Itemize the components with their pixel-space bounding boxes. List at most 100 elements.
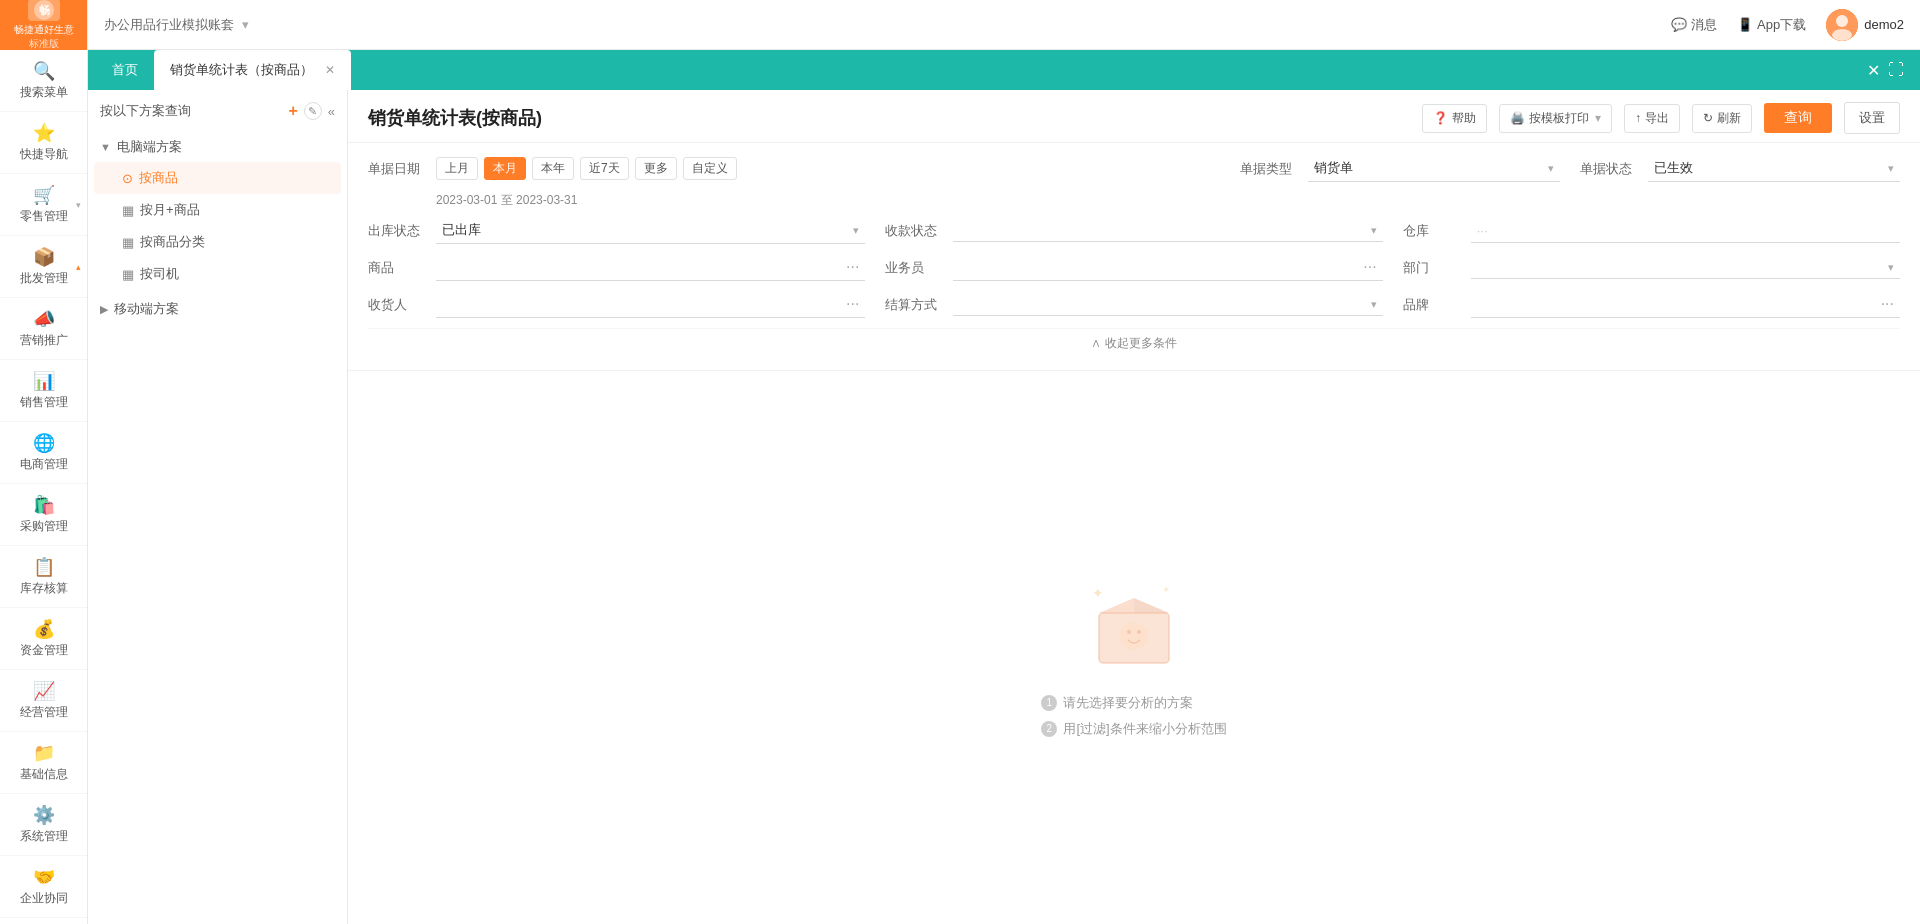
- sidebar-item-inventory[interactable]: 📋 库存核算: [0, 546, 87, 608]
- receiver-dots-btn[interactable]: ···: [846, 295, 859, 313]
- sidebar-item-operations[interactable]: 📈 经营管理: [0, 670, 87, 732]
- purchase-icon: 🛍️: [33, 494, 55, 516]
- scheme-item-by-goods-category[interactable]: ▦ 按商品分类: [94, 226, 341, 258]
- sidebar-item-quick-nav[interactable]: ⭐ 快捷导航: [0, 112, 87, 174]
- help-label: 帮助: [1452, 110, 1476, 127]
- warehouse-select[interactable]: 已出库 ▾: [436, 217, 865, 244]
- help-icon: ❓: [1433, 111, 1448, 125]
- date-btn-7days[interactable]: 近7天: [580, 157, 629, 180]
- salesman-dots-btn[interactable]: ···: [1363, 258, 1376, 276]
- tab-expand-icon[interactable]: ⛶: [1888, 61, 1904, 79]
- warehouse-label: 出库状态: [368, 222, 428, 240]
- scheme-item-by-month-goods[interactable]: ▦ 按月+商品: [94, 194, 341, 226]
- sidebar-item-newbie[interactable]: 🎯 新手引导: [0, 918, 87, 924]
- add-scheme-btn[interactable]: +: [288, 102, 297, 120]
- filter-item-settle: 结算方式 ▾: [885, 294, 1382, 316]
- tip-num-1: 1: [1041, 695, 1057, 711]
- export-icon: ↑: [1635, 111, 1641, 125]
- tab-close-icon[interactable]: ✕: [325, 63, 335, 77]
- filter-panel-actions: + ✎ «: [288, 102, 335, 120]
- export-btn[interactable]: ↑ 导出: [1624, 104, 1680, 133]
- svg-point-11: [1137, 630, 1141, 634]
- sidebar-item-ecommerce[interactable]: 🌐 电商管理: [0, 422, 87, 484]
- message-btn[interactable]: 💬 消息: [1671, 16, 1717, 34]
- logo-label: 畅捷通好生意: [14, 23, 74, 37]
- settle-select[interactable]: ▾: [953, 294, 1382, 316]
- filter-item-salesman: 业务员 ···: [885, 254, 1382, 281]
- empty-tips: 1 请先选择要分析的方案 2 用[过滤]条件来缩小分析范围: [1041, 694, 1226, 738]
- sidebar-item-label-finance: 资金管理: [20, 642, 68, 659]
- query-btn[interactable]: 查询: [1764, 103, 1832, 133]
- tab-sales-stats[interactable]: 销货单统计表（按商品） ✕: [154, 50, 351, 90]
- quick-nav-icon: ⭐: [33, 122, 55, 144]
- svg-point-4: [1832, 29, 1852, 41]
- status-select[interactable]: 已生效 ▾: [1648, 155, 1900, 182]
- sidebar-item-label-marketing: 营销推广: [20, 332, 68, 349]
- sidebar-item-search[interactable]: 🔍 搜索菜单: [0, 50, 87, 112]
- sidebar-item-finance[interactable]: 💰 资金管理: [0, 608, 87, 670]
- brand-dots-btn[interactable]: ···: [1881, 295, 1894, 313]
- sidebar-item-enterprise[interactable]: 🤝 企业协同: [0, 856, 87, 918]
- sidebar-item-system[interactable]: ⚙️ 系统管理: [0, 794, 87, 856]
- sidebar-item-wholesale[interactable]: 📦 批发管理 ▴: [0, 236, 87, 298]
- by-cashier-icon: ▦: [122, 267, 134, 282]
- sidebar-item-sales[interactable]: 📊 销售管理: [0, 360, 87, 422]
- date-btn-this-year[interactable]: 本年: [532, 157, 574, 180]
- goods-label: 商品: [368, 259, 428, 277]
- date-btn-custom[interactable]: 自定义: [683, 157, 737, 180]
- pc-group-label: 电脑端方案: [117, 138, 182, 156]
- wholesale-expand-icon: ▴: [76, 262, 81, 272]
- sidebar-item-label-quick-nav: 快捷导航: [20, 146, 68, 163]
- scheme-item-by-goods[interactable]: ⊙ 按商品: [94, 162, 341, 194]
- storage-value: ···: [1477, 223, 1894, 238]
- help-btn[interactable]: ❓ 帮助: [1422, 104, 1487, 133]
- sidebar-item-label-retail: 零售管理: [20, 208, 68, 225]
- content-area: 按以下方案查询 + ✎ « ▼ 电脑端方案 ⊙ 按商品 ▦: [88, 90, 1920, 924]
- sidebar-item-marketing[interactable]: 📣 营销推广: [0, 298, 87, 360]
- settings-btn[interactable]: 设置: [1844, 102, 1900, 134]
- payment-select[interactable]: ▾: [953, 220, 1382, 242]
- user-profile-btn[interactable]: demo2: [1826, 9, 1904, 41]
- filter-item-warehouse-status: 出库状态 已出库 ▾: [368, 217, 865, 244]
- filter-row-3: 商品 ··· 业务员 ··· 部门: [368, 254, 1900, 281]
- scheme-group-pc-header[interactable]: ▼ 电脑端方案: [88, 132, 347, 162]
- basic-icon: 📁: [33, 742, 55, 764]
- tab-home[interactable]: 首页: [96, 50, 154, 90]
- svg-text:✦: ✦: [1162, 584, 1170, 595]
- print-dropdown-icon[interactable]: ▾: [1595, 111, 1601, 125]
- date-btn-last-month[interactable]: 上月: [436, 157, 478, 180]
- dept-select[interactable]: ▾: [1471, 257, 1900, 279]
- scheme-item-by-cashier[interactable]: ▦ 按司机: [94, 258, 341, 290]
- by-cashier-label: 按司机: [140, 265, 179, 283]
- filter-row-2: 出库状态 已出库 ▾ 收款状态 ▾ 仓库: [368, 217, 1900, 244]
- scheme-group-mobile: ▶ 移动端方案: [88, 294, 347, 324]
- date-btn-this-month[interactable]: 本月: [484, 157, 526, 180]
- collapse-panel-btn[interactable]: «: [328, 104, 335, 119]
- app-download-btn[interactable]: 📱 App下载: [1737, 16, 1806, 34]
- by-goods-category-label: 按商品分类: [140, 233, 205, 251]
- edit-scheme-btn[interactable]: ✎: [304, 102, 322, 120]
- collapse-filters-btn[interactable]: ∧ 收起更多条件: [368, 328, 1900, 358]
- filter-item-receiver: 收货人 ···: [368, 291, 865, 318]
- tab-close-window-icon[interactable]: ✕: [1867, 61, 1880, 80]
- sidebar-item-purchase[interactable]: 🛍️ 采购管理: [0, 484, 87, 546]
- sidebar: 畅 畅捷通好生意 标准版 🔍 搜索菜单 ⭐ 快捷导航 🛒 零售管理 ▾ 📦 批发…: [0, 0, 88, 924]
- sidebar-item-retail[interactable]: 🛒 零售管理 ▾: [0, 174, 87, 236]
- type-select[interactable]: 销货单 ▾: [1308, 155, 1560, 182]
- goods-dots-btn[interactable]: ···: [846, 258, 859, 276]
- print-btn[interactable]: 🖨️ 按模板打印 ▾: [1499, 104, 1612, 133]
- breadcrumb-dropdown-icon[interactable]: ▾: [242, 17, 249, 32]
- refresh-btn[interactable]: ↻ 刷新: [1692, 104, 1752, 133]
- by-goods-category-icon: ▦: [122, 235, 134, 250]
- scheme-group-mobile-header[interactable]: ▶ 移动端方案: [88, 294, 347, 324]
- message-icon: 💬: [1671, 17, 1687, 32]
- date-btn-more[interactable]: 更多: [635, 157, 677, 180]
- sidebar-item-basic[interactable]: 📁 基础信息: [0, 732, 87, 794]
- filter-item-date: 单据日期 上月 本月 本年 近7天 更多 自定义: [368, 157, 1220, 180]
- app-logo[interactable]: 畅 畅捷通好生意 标准版: [0, 0, 87, 50]
- empty-illustration: ✦ ✦: [1074, 558, 1194, 678]
- settle-label: 结算方式: [885, 296, 945, 314]
- sidebar-item-label-basic: 基础信息: [20, 766, 68, 783]
- salesman-label: 业务员: [885, 259, 945, 277]
- search-icon: 🔍: [33, 60, 55, 82]
